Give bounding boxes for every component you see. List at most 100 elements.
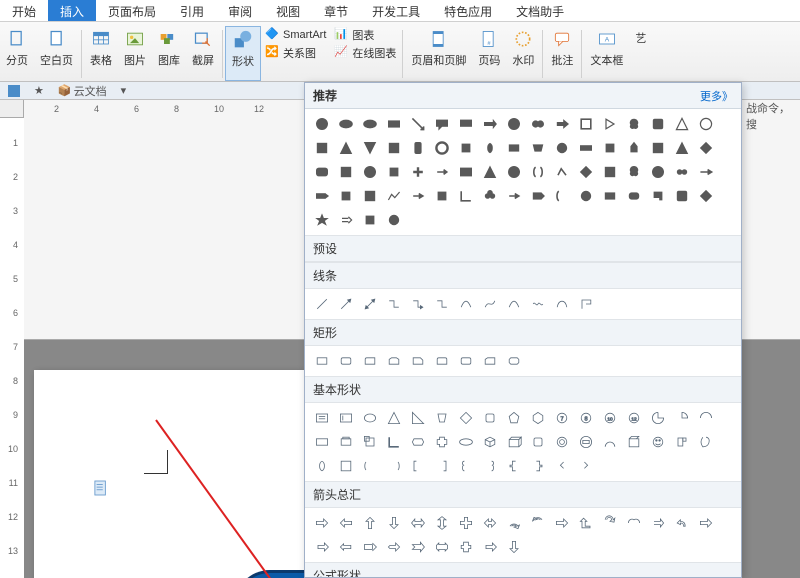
shape-option[interactable] [383,431,405,453]
shape-option[interactable]: ? [647,161,669,183]
ribbon-shapes[interactable]: 形状 [225,26,261,81]
shape-option[interactable] [383,512,405,534]
shape-option[interactable] [527,137,549,159]
shape-option[interactable] [575,512,597,534]
shape-option[interactable] [431,407,453,429]
ribbon-smartart[interactable]: 🔷SmartArt [261,26,330,44]
shape-option[interactable] [695,161,717,183]
shape-option[interactable] [335,455,357,477]
shape-option[interactable] [359,161,381,183]
shape-option[interactable] [311,536,333,558]
shape-option[interactable] [503,512,525,534]
shape-option[interactable] [431,185,453,207]
shape-option[interactable] [431,350,453,372]
ribbon-picture[interactable]: 图片 [118,26,152,81]
shape-option[interactable] [527,512,549,534]
shape-option[interactable] [431,431,453,453]
shape-option[interactable] [335,293,357,315]
shape-option[interactable] [455,161,477,183]
shape-option[interactable] [695,407,717,429]
shape-option[interactable] [359,209,381,231]
shape-option[interactable] [527,407,549,429]
shape-option[interactable] [311,293,333,315]
shape-option[interactable] [431,293,453,315]
shape-option[interactable] [527,185,549,207]
shape-option[interactable] [455,137,477,159]
shape-option[interactable] [623,431,645,453]
shape-option[interactable] [455,407,477,429]
ribbon-screenshot[interactable]: 截屏 [186,26,220,81]
shape-option[interactable] [527,293,549,315]
shape-option[interactable] [455,512,477,534]
shape-option[interactable] [575,113,597,135]
shape-option[interactable] [479,455,501,477]
shape-option[interactable] [359,137,381,159]
shape-option[interactable] [407,431,429,453]
shape-option[interactable] [575,431,597,453]
tab-special[interactable]: 特色应用 [432,0,504,21]
ribbon-paging[interactable]: 分页 [0,26,34,81]
shape-option[interactable] [383,455,405,477]
shape-option[interactable] [359,185,381,207]
shape-option[interactable] [551,455,573,477]
shape-option[interactable] [599,431,621,453]
shape-option[interactable] [551,431,573,453]
shape-option[interactable] [383,536,405,558]
shape-option[interactable] [479,536,501,558]
shape-option[interactable] [479,350,501,372]
shape-option[interactable] [503,161,525,183]
shape-option[interactable] [311,113,333,135]
shape-option[interactable] [335,407,357,429]
tab-chapter[interactable]: 章节 [312,0,360,21]
shape-option[interactable] [407,455,429,477]
shape-option[interactable] [383,137,405,159]
shape-option[interactable] [647,137,669,159]
shape-option[interactable] [647,185,669,207]
shape-option[interactable] [383,350,405,372]
shape-option[interactable] [455,536,477,558]
shape-option[interactable] [383,161,405,183]
shape-option[interactable] [599,161,621,183]
shape-option[interactable] [311,455,333,477]
shape-option[interactable] [383,185,405,207]
shape-option[interactable] [335,350,357,372]
shape-option[interactable] [599,137,621,159]
shape-option[interactable] [623,512,645,534]
shape-option[interactable] [479,512,501,534]
document-page[interactable] [34,370,304,578]
shape-option[interactable] [503,293,525,315]
shape-option[interactable] [455,293,477,315]
shape-option[interactable] [479,161,501,183]
ribbon-page-number[interactable]: # 页码 [472,26,506,81]
shape-option[interactable] [335,512,357,534]
shape-option[interactable]: 7 [551,407,573,429]
shape-option[interactable] [335,161,357,183]
shape-option[interactable] [503,431,525,453]
shape-option[interactable] [503,407,525,429]
shape-option[interactable] [335,113,357,135]
shape-option[interactable] [359,293,381,315]
shape-option[interactable] [359,536,381,558]
tab-view[interactable]: 视图 [264,0,312,21]
shape-option[interactable] [455,350,477,372]
shape-option[interactable] [431,113,453,135]
shape-option[interactable] [551,293,573,315]
shape-option[interactable] [455,113,477,135]
shape-option[interactable] [671,512,693,534]
shape-option[interactable] [671,137,693,159]
shape-option[interactable] [695,185,717,207]
shape-option[interactable] [479,137,501,159]
shape-option[interactable] [383,293,405,315]
shape-option[interactable] [407,293,429,315]
shape-option[interactable] [311,209,333,231]
shape-option[interactable] [479,113,501,135]
shape-option[interactable] [431,455,453,477]
shape-option[interactable] [359,455,381,477]
shape-option[interactable] [431,536,453,558]
shape-option[interactable] [575,185,597,207]
shape-option[interactable] [479,407,501,429]
shape-option[interactable] [551,512,573,534]
shape-option[interactable] [407,113,429,135]
shape-option[interactable] [623,137,645,159]
shape-option[interactable] [527,455,549,477]
